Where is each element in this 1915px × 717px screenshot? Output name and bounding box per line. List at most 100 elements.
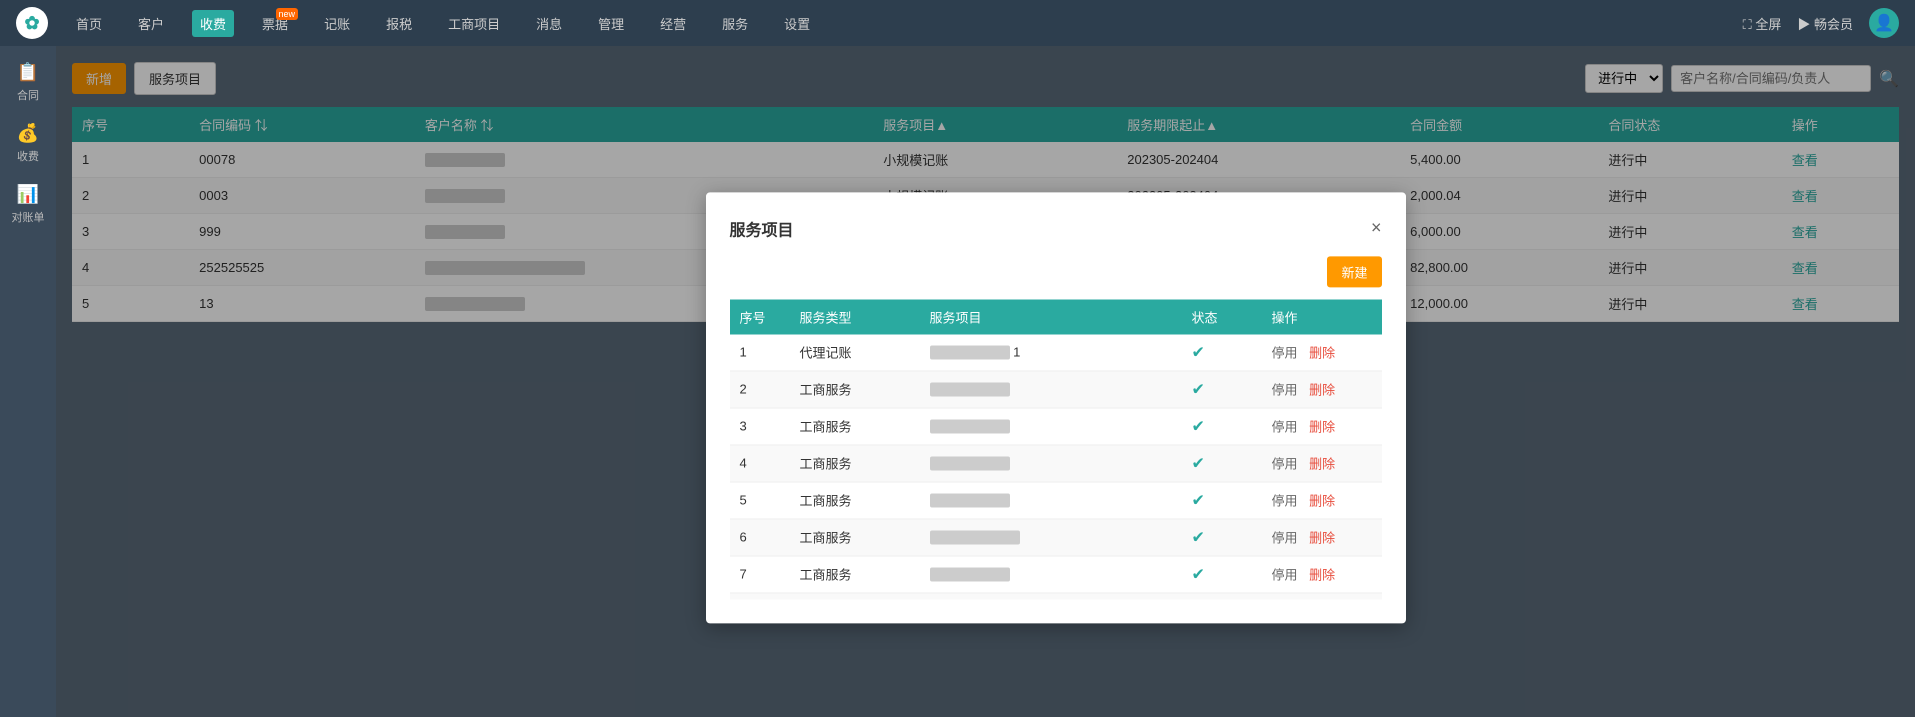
modal-col-status: 状态 — [1182, 299, 1262, 334]
modal-cell-type: 工商服务 — [790, 407, 920, 444]
modal-cell-action: 停用 删除 — [1262, 370, 1382, 407]
modal-cell-status: ✔ — [1182, 407, 1262, 444]
modal-cell-action: 停用 删除 — [1262, 555, 1382, 592]
modal-cell-seq: 6 — [730, 518, 790, 555]
modal-table-row: 1 代理记账 1 ✔ 停用 删除 — [730, 334, 1382, 371]
delete-button[interactable]: 删除 — [1309, 382, 1335, 397]
modal-table-row: 5 工商服务 ✔ 停用 删除 — [730, 481, 1382, 518]
delete-button[interactable]: 删除 — [1309, 567, 1335, 582]
modal-cell-seq: 2 — [730, 370, 790, 407]
sidebar-item-duizhangdan-label: 对账单 — [12, 209, 45, 225]
delete-button[interactable]: 删除 — [1309, 530, 1335, 545]
service-items-table: 序号 服务类型 服务项目 状态 操作 1 代理记账 1 ✔ — [730, 299, 1382, 599]
modal-col-type: 服务类型 — [790, 299, 920, 334]
modal-cell-action: 停用 删除 — [1262, 481, 1382, 518]
nav-xiaoxi[interactable]: 消息 — [528, 10, 570, 37]
modal-cell-item — [920, 370, 1182, 407]
delete-button[interactable]: 删除 — [1309, 345, 1335, 360]
nav-shezhi[interactable]: 设置 — [776, 10, 818, 37]
disable-button[interactable]: 停用 — [1272, 530, 1298, 545]
status-check-icon: ✔ — [1192, 566, 1205, 583]
modal-table-container[interactable]: 序号 服务类型 服务项目 状态 操作 1 代理记账 1 ✔ — [730, 299, 1382, 599]
modal-cell-item — [920, 555, 1182, 592]
delete-button[interactable]: 删除 — [1309, 493, 1335, 508]
modal-cell-item — [920, 444, 1182, 481]
status-check-icon: ✔ — [1192, 381, 1205, 398]
modal-cell-type: 工商服务 — [790, 592, 920, 599]
top-nav-right: ⛶ 全屏 ▶ 畅会员 👤 — [1743, 8, 1899, 38]
sidebar-item-shoufei-label: 收费 — [17, 148, 39, 164]
nav-gongshang[interactable]: 工商项目 — [440, 10, 508, 37]
modal-col-action: 操作 — [1262, 299, 1382, 334]
modal-cell-type: 工商服务 — [790, 370, 920, 407]
disable-button[interactable]: 停用 — [1272, 567, 1298, 582]
fullscreen-button[interactable]: ⛶ 全屏 — [1743, 14, 1782, 33]
main-layout: 📋 合同 💰 收费 📊 对账单 新增 服务项目 进行中 全部 已结束 🔍 — [0, 46, 1915, 717]
disable-button[interactable]: 停用 — [1272, 493, 1298, 508]
avatar[interactable]: 👤 — [1869, 8, 1899, 38]
nav-fuwu[interactable]: 服务 — [714, 10, 756, 37]
nav-jizhang[interactable]: 记账 — [316, 10, 358, 37]
status-check-icon: ✔ — [1192, 455, 1205, 472]
modal-cell-action: 停用 删除 — [1262, 518, 1382, 555]
modal-col-seq: 序号 — [730, 299, 790, 334]
modal-cell-seq: 4 — [730, 444, 790, 481]
sidebar: 📋 合同 💰 收费 📊 对账单 — [0, 46, 56, 717]
logo-icon: ✿ — [16, 7, 48, 39]
disable-button[interactable]: 停用 — [1272, 382, 1298, 397]
modal-cell-status: ✔ — [1182, 334, 1262, 371]
status-check-icon: ✔ — [1192, 344, 1205, 361]
top-navigation: ✿ 首页 客户 收费 票据 new 记账 报税 工商项目 消息 管理 经营 服务… — [0, 0, 1915, 46]
disable-button[interactable]: 停用 — [1272, 419, 1298, 434]
modal-title: 服务项目 — [730, 216, 794, 240]
modal-cell-action: 停用 删除 — [1262, 444, 1382, 481]
modal-cell-type: 工商服务 — [790, 481, 920, 518]
modal-cell-status: ✔ — [1182, 481, 1262, 518]
modal-cell-type: 代理记账 — [790, 334, 920, 371]
sidebar-item-shoufei[interactable]: 💰 收费 — [3, 115, 53, 172]
disable-button[interactable]: 停用 — [1272, 345, 1298, 360]
modal-table-row: 4 工商服务 ✔ 停用 删除 — [730, 444, 1382, 481]
modal-cell-status: ✔ — [1182, 444, 1262, 481]
nav-customer[interactable]: 客户 — [130, 10, 172, 37]
status-check-icon: ✔ — [1192, 418, 1205, 435]
modal-table-row: 2 工商服务 ✔ 停用 删除 — [730, 370, 1382, 407]
delete-button[interactable]: 删除 — [1309, 456, 1335, 471]
disable-button[interactable]: 停用 — [1272, 456, 1298, 471]
modal-cell-seq: 8 — [730, 592, 790, 599]
modal-cell-type: 工商服务 — [790, 444, 920, 481]
modal-cell-item — [920, 407, 1182, 444]
sidebar-item-duizhangdan[interactable]: 📊 对账单 — [3, 176, 53, 233]
status-check-icon: ✔ — [1192, 492, 1205, 509]
modal-table-row: 6 工商服务 ✔ 停用 删除 — [730, 518, 1382, 555]
modal-cell-status: ✔ — [1182, 518, 1262, 555]
modal-toolbar: 新建 — [730, 256, 1382, 287]
modal-cell-seq: 1 — [730, 334, 790, 371]
nav-shoufei[interactable]: 收费 — [192, 10, 234, 37]
sidebar-item-hetong[interactable]: 📋 合同 — [3, 54, 53, 111]
modal-table-row: 8 工商服务 注册 ✔ 停用 删除 — [730, 592, 1382, 599]
modal-cell-item: 注册 — [920, 592, 1182, 599]
service-items-modal: 服务项目 × 新建 序号 服务类型 服务项目 状态 操作 — [706, 192, 1406, 623]
modal-cell-seq: 7 — [730, 555, 790, 592]
delete-button[interactable]: 删除 — [1309, 419, 1335, 434]
nav-guanli[interactable]: 管理 — [590, 10, 632, 37]
modal-add-button[interactable]: 新建 — [1327, 256, 1381, 287]
nav-home[interactable]: 首页 — [68, 10, 110, 37]
nav-baoshui[interactable]: 报税 — [378, 10, 420, 37]
status-check-icon: ✔ — [1192, 529, 1205, 546]
nav-piaoju[interactable]: 票据 new — [254, 10, 296, 37]
statement-icon: 📊 — [17, 184, 39, 205]
modal-cell-type: 工商服务 — [790, 555, 920, 592]
modal-cell-item — [920, 481, 1182, 518]
modal-close-button[interactable]: × — [1371, 217, 1382, 238]
sidebar-item-hetong-label: 合同 — [17, 87, 39, 103]
modal-cell-seq: 3 — [730, 407, 790, 444]
modal-cell-seq: 5 — [730, 481, 790, 518]
modal-header: 服务项目 × — [730, 216, 1382, 240]
modal-cell-action: 停用 删除 — [1262, 592, 1382, 599]
fee-icon: 💰 — [17, 123, 39, 144]
nav-jingying[interactable]: 经营 — [652, 10, 694, 37]
contract-icon: 📋 — [17, 62, 39, 83]
vip-button[interactable]: ▶ 畅会员 — [1797, 14, 1853, 33]
